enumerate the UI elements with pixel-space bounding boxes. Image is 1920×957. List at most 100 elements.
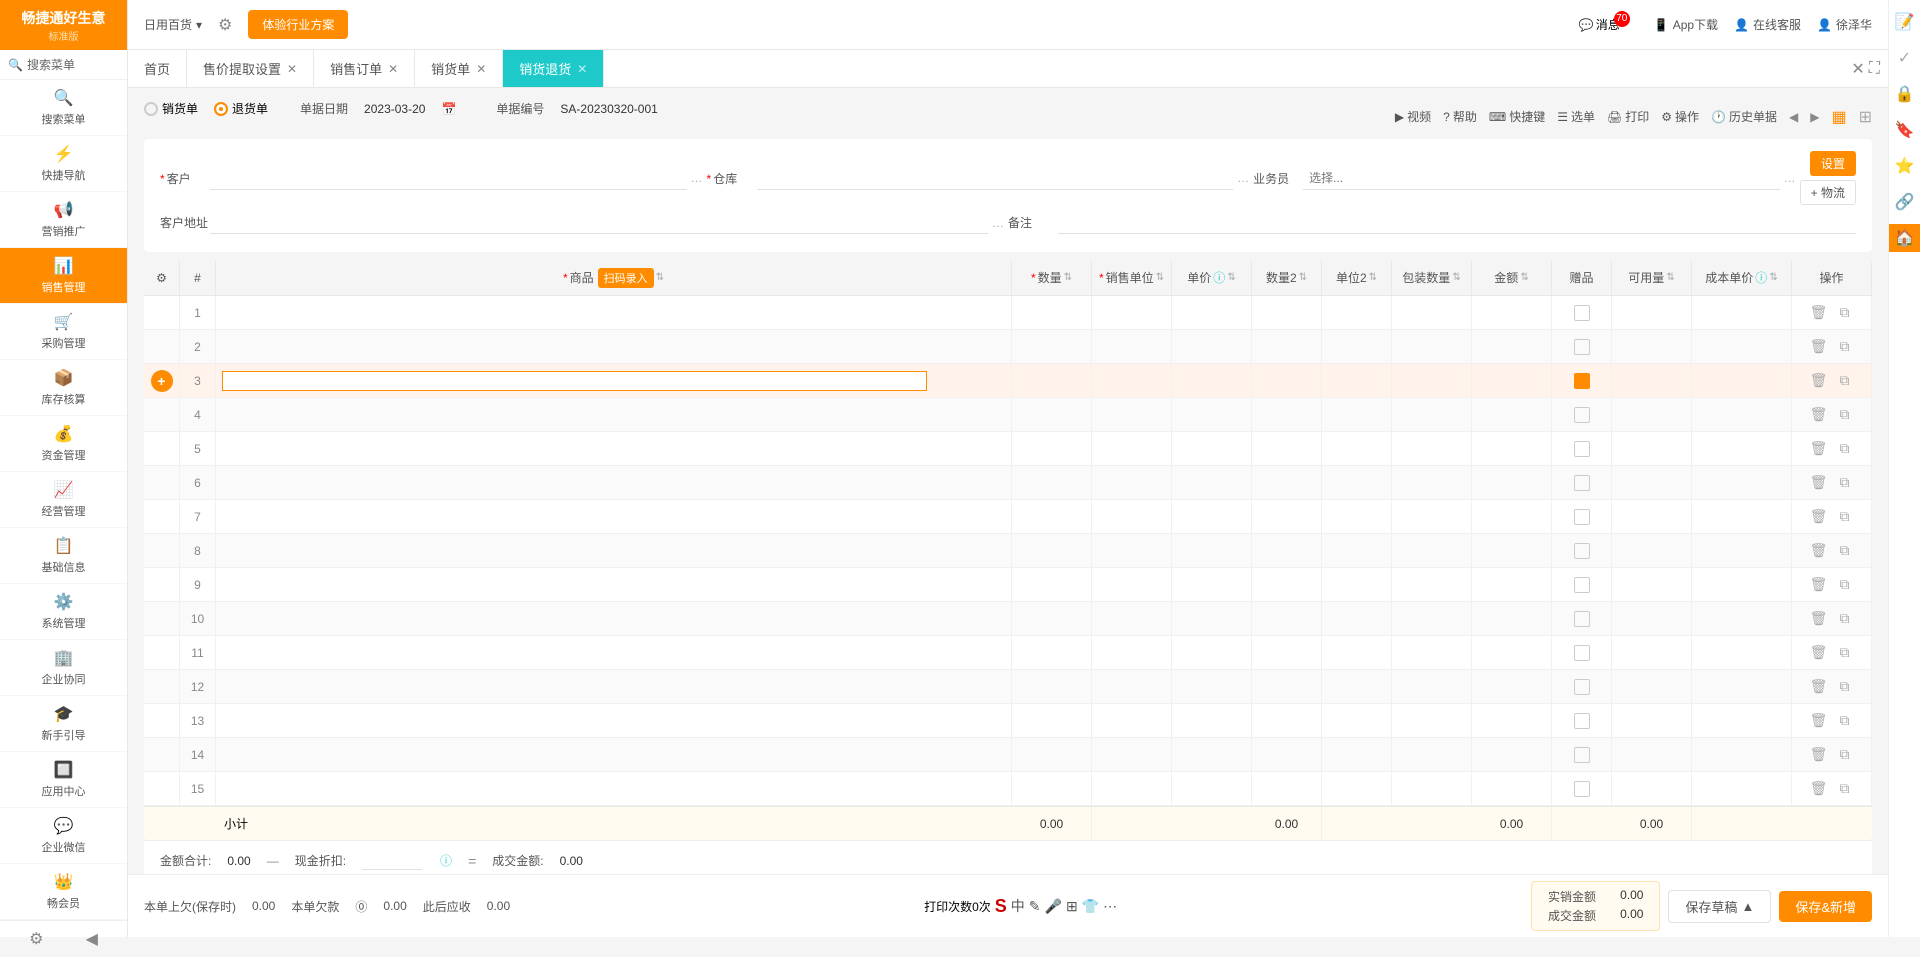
topbar-gear-icon[interactable]: ⚙ [218, 15, 232, 35]
td-avail-12[interactable] [1612, 670, 1692, 703]
copy-row-4[interactable]: ⧉ [1834, 404, 1856, 426]
delete-row-11[interactable]: 🗑 [1808, 642, 1830, 664]
td-avail-11[interactable] [1612, 636, 1692, 669]
td-amount-15[interactable] [1472, 772, 1552, 805]
copy-row-14[interactable]: ⧉ [1834, 744, 1856, 766]
td-gift-2[interactable] [1552, 330, 1612, 363]
sidebar-item-finance[interactable]: 💰 资金管理 [0, 416, 127, 472]
delete-row-8[interactable]: 🗑 [1808, 540, 1830, 562]
td-unit-15[interactable] [1092, 772, 1172, 805]
shortcut-link[interactable]: ⌨ 快捷键 [1489, 108, 1545, 125]
salesperson-input[interactable] [1303, 167, 1780, 190]
sidebar-item-purchase[interactable]: 🛒 采购管理 [0, 304, 127, 360]
td-price-2[interactable] [1172, 330, 1252, 363]
price-info-icon[interactable]: ⓘ [1213, 269, 1225, 286]
td-qty-15[interactable] [1012, 772, 1092, 805]
online-service-button[interactable]: 👤 在线客服 [1734, 16, 1801, 33]
delete-row-6[interactable]: 🗑 [1808, 472, 1830, 494]
copy-row-10[interactable]: ⧉ [1834, 608, 1856, 630]
td-amount-1[interactable] [1472, 296, 1552, 329]
gift-checkbox-10[interactable] [1574, 611, 1590, 627]
delete-row-5[interactable]: 🗑 [1808, 438, 1830, 460]
gift-checkbox-13[interactable] [1574, 713, 1590, 729]
maximize-icon[interactable]: ⛶ [1869, 60, 1880, 78]
sidebar-item-appstore[interactable]: 🔲 应用中心 [0, 752, 127, 808]
td-amount-13[interactable] [1472, 704, 1552, 737]
td-gift-12[interactable] [1552, 670, 1612, 703]
td-product-6[interactable] [216, 466, 1012, 499]
td-amount-8[interactable] [1472, 534, 1552, 567]
sidebar-item-operations[interactable]: 📈 经营管理 [0, 472, 127, 528]
td-avail-13[interactable] [1612, 704, 1692, 737]
td-pkg-13[interactable] [1392, 704, 1472, 737]
sidebar-item-basic[interactable]: 📋 基础信息 [0, 528, 127, 584]
td-amount-14[interactable] [1472, 738, 1552, 771]
td-product-2[interactable] [216, 330, 1012, 363]
save-draft-button[interactable]: 保存草稿 ▲ [1668, 890, 1771, 923]
td-unit2-7[interactable] [1322, 500, 1392, 533]
table-row[interactable]: 14 🗑 ⧉ [144, 738, 1872, 772]
delete-row-15[interactable]: 🗑 [1808, 778, 1830, 800]
copy-row-13[interactable]: ⧉ [1834, 710, 1856, 732]
sidebar-item-search[interactable]: 🔍 搜索菜单 [0, 80, 127, 136]
copy-row-6[interactable]: ⧉ [1834, 472, 1856, 494]
td-pkg-2[interactable] [1392, 330, 1472, 363]
td-qty-2[interactable] [1012, 330, 1092, 363]
td-pkg-1[interactable] [1392, 296, 1472, 329]
td-unit2-10[interactable] [1322, 602, 1392, 635]
cost-info-icon[interactable]: ⓘ [1755, 269, 1767, 286]
table-row[interactable]: 6 🗑 ⧉ [144, 466, 1872, 500]
td-unit-5[interactable] [1092, 432, 1172, 465]
td-unit-2[interactable] [1092, 330, 1172, 363]
td-price-4[interactable] [1172, 398, 1252, 431]
td-gift-6[interactable] [1552, 466, 1612, 499]
td-pkg-4[interactable] [1392, 398, 1472, 431]
td-qty2-7[interactable] [1252, 500, 1322, 533]
td-unit2-9[interactable] [1322, 568, 1392, 601]
td-product-7[interactable] [216, 500, 1012, 533]
table-row[interactable]: + 3 🗑 ⧉ [144, 364, 1872, 398]
customer-picker-dots[interactable]: … [687, 171, 707, 185]
td-unit2-2[interactable] [1322, 330, 1392, 363]
td-avail-14[interactable] [1612, 738, 1692, 771]
right-icon-check[interactable]: ✓ [1894, 44, 1915, 72]
td-price-15[interactable] [1172, 772, 1252, 805]
td-unit-3[interactable] [1092, 364, 1172, 397]
td-cost-13[interactable] [1692, 704, 1792, 737]
gift-checkbox-12[interactable] [1574, 679, 1590, 695]
user-profile[interactable]: 👤 徐泽华 [1817, 16, 1872, 33]
td-cost-14[interactable] [1692, 738, 1792, 771]
td-pkg-3[interactable] [1392, 364, 1472, 397]
td-pkg-8[interactable] [1392, 534, 1472, 567]
table-row[interactable]: 1 🗑 ⧉ [144, 296, 1872, 330]
td-cost-6[interactable] [1692, 466, 1792, 499]
add-row-button[interactable]: + [151, 370, 173, 392]
collapse-icon[interactable]: ◀ [86, 929, 98, 949]
logistics-button[interactable]: + 物流 [1800, 180, 1856, 205]
right-icon-bookmark[interactable]: 🔖 [1891, 116, 1919, 144]
sidebar-item-enterprise[interactable]: 🏢 企业协同 [0, 640, 127, 696]
td-cost-11[interactable] [1692, 636, 1792, 669]
delete-row-10[interactable]: 🗑 [1808, 608, 1830, 630]
td-pkg-12[interactable] [1392, 670, 1472, 703]
date-picker-icon[interactable]: 📅 [441, 102, 456, 116]
td-unit-9[interactable] [1092, 568, 1172, 601]
table-row[interactable]: 7 🗑 ⧉ [144, 500, 1872, 534]
table-row[interactable]: 10 🗑 ⧉ [144, 602, 1872, 636]
td-pkg-5[interactable] [1392, 432, 1472, 465]
td-gift-1[interactable] [1552, 296, 1612, 329]
scan-button[interactable]: 扫码录入 [598, 268, 654, 288]
gift-checkbox-11[interactable] [1574, 645, 1590, 661]
td-avail-2[interactable] [1612, 330, 1692, 363]
copy-row-12[interactable]: ⧉ [1834, 676, 1856, 698]
td-qty-8[interactable] [1012, 534, 1092, 567]
gift-checkbox-7[interactable] [1574, 509, 1590, 525]
right-icon-home[interactable]: 🏠 [1889, 224, 1920, 252]
table-row[interactable]: 9 🗑 ⧉ [144, 568, 1872, 602]
td-unit-4[interactable] [1092, 398, 1172, 431]
td-unit2-8[interactable] [1322, 534, 1392, 567]
td-price-11[interactable] [1172, 636, 1252, 669]
td-qty2-3[interactable] [1252, 364, 1322, 397]
td-gift-14[interactable] [1552, 738, 1612, 771]
table-row[interactable]: 8 🗑 ⧉ [144, 534, 1872, 568]
